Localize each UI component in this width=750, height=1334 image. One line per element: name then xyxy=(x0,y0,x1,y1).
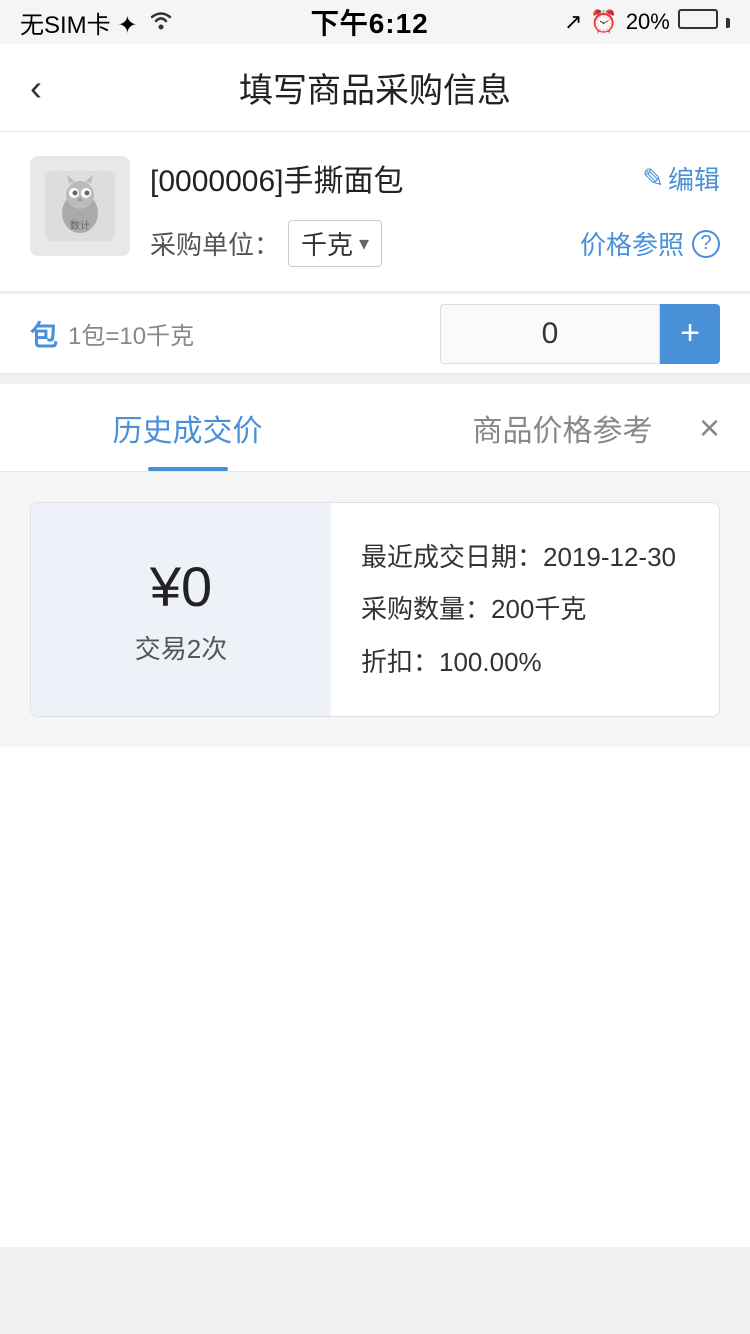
nav-bar: ‹ 填写商品采购信息 xyxy=(0,44,750,132)
quantity-input[interactable] xyxy=(440,304,660,364)
quantity-input-wrap: + xyxy=(440,304,720,364)
battery-percent: 20% xyxy=(626,9,670,35)
price-amount: ¥0 xyxy=(150,554,212,619)
price-left-panel: ¥0 交易2次 xyxy=(31,503,331,716)
quantity-unit-equiv: 1包=10千克 xyxy=(68,316,194,351)
status-bar: 无SIM卡 ✦ 下午6:12 ↗ ⏰ 20% xyxy=(0,0,750,44)
product-info: [0000006]手撕面包 ✎ 编辑 采购单位： 千克 ▾ 价格参照 ? xyxy=(150,156,720,267)
location-icon: ↗ xyxy=(564,9,582,35)
recent-date-row: 最近成交日期：2019-12-30 xyxy=(361,539,689,575)
edit-label: 编辑 xyxy=(668,160,720,197)
edit-button[interactable]: ✎ 编辑 xyxy=(642,160,720,197)
tabs-bar: 历史成交价 商品价格参考 × xyxy=(0,384,750,472)
product-unit-row: 采购单位： 千克 ▾ 价格参照 ? xyxy=(150,220,720,267)
unit-dropdown-arrow: ▾ xyxy=(359,231,369,256)
unit-select[interactable]: 千克 ▾ xyxy=(288,220,382,267)
product-card: 数计 [0000006]手撕面包 ✎ 编辑 采购单位： 千克 ▾ 价格参照 ? xyxy=(0,132,750,292)
quantity-section: 包 1包=10千克 + xyxy=(0,294,750,374)
status-carrier: 无SIM卡 ✦ xyxy=(20,5,175,40)
discount-value: 100.00% xyxy=(439,647,542,677)
unit-value: 千克 xyxy=(301,225,353,262)
price-transactions: 交易2次 xyxy=(135,629,227,666)
purchase-qty-value: 200千克 xyxy=(491,594,586,624)
product-image: 数计 xyxy=(45,171,115,241)
edit-icon: ✎ xyxy=(642,163,664,194)
quantity-plus-button[interactable]: + xyxy=(660,304,720,364)
product-name: [0000006]手撕面包 xyxy=(150,156,403,200)
section-divider xyxy=(0,374,750,384)
discount-label: 折扣： xyxy=(361,647,439,677)
bottom-area xyxy=(0,747,750,1247)
product-thumbnail: 数计 xyxy=(30,156,130,256)
tab-history-label: 历史成交价 xyxy=(113,406,263,450)
tab-history-price[interactable]: 历史成交价 xyxy=(0,384,375,471)
status-time: 下午6:12 xyxy=(311,2,429,42)
price-ref-label: 价格参照 xyxy=(580,225,684,262)
status-icons: ↗ ⏰ 20% xyxy=(564,9,730,35)
tab-market-price[interactable]: 商品价格参考 xyxy=(375,384,750,471)
tab-active-underline xyxy=(148,467,228,471)
quantity-left: 包 1包=10千克 xyxy=(30,314,194,354)
back-button[interactable]: ‹ xyxy=(30,67,42,109)
page-title: 填写商品采购信息 xyxy=(239,63,511,112)
tab-market-label: 商品价格参考 xyxy=(473,406,653,450)
no-sim-text: 无SIM卡 ✦ xyxy=(20,5,137,40)
svg-text:数计: 数计 xyxy=(70,219,90,232)
recent-date-value: 2019-12-30 xyxy=(543,542,676,572)
history-content: ¥0 交易2次 最近成交日期：2019-12-30 采购数量：200千克 折扣：… xyxy=(0,472,750,747)
purchase-qty-row: 采购数量：200千克 xyxy=(361,591,689,627)
battery-icon xyxy=(678,9,730,35)
price-ref-question-icon: ? xyxy=(692,230,720,258)
close-button[interactable]: × xyxy=(699,407,720,449)
product-header: [0000006]手撕面包 ✎ 编辑 xyxy=(150,156,720,200)
price-right-panel: 最近成交日期：2019-12-30 采购数量：200千克 折扣：100.00% xyxy=(331,503,719,716)
unit-label: 采购单位： xyxy=(150,225,280,262)
alarm-icon: ⏰ xyxy=(590,9,617,35)
price-card: ¥0 交易2次 最近成交日期：2019-12-30 采购数量：200千克 折扣：… xyxy=(30,502,720,717)
recent-date-label: 最近成交日期： xyxy=(361,542,543,572)
wifi-icon xyxy=(147,8,175,37)
purchase-qty-label: 采购数量： xyxy=(361,594,491,624)
discount-row: 折扣：100.00% xyxy=(361,644,689,680)
price-reference-button[interactable]: 价格参照 ? xyxy=(580,225,720,262)
quantity-unit-badge: 包 xyxy=(30,314,58,354)
